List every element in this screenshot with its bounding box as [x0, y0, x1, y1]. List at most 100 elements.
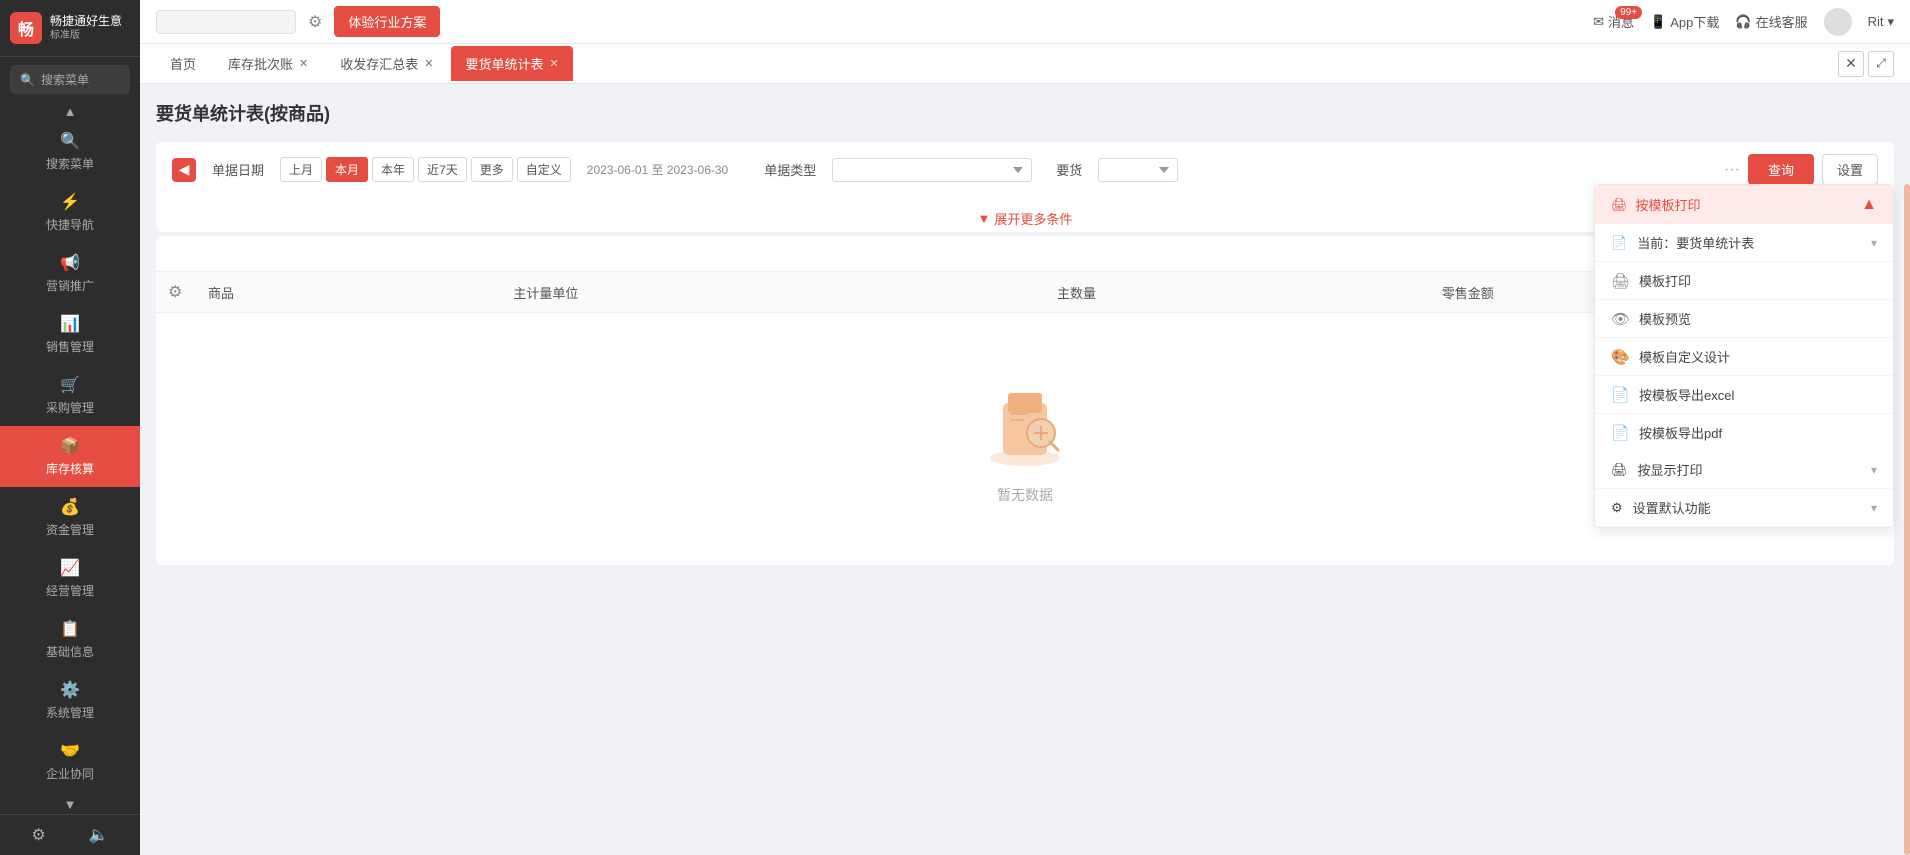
yaohuodan-label: 要货	[1056, 160, 1082, 179]
main-area: ⚙ 体验行业方案 ✉ 消息 99+ 📱 App下载 🎧 在线客服 Rit ▾	[140, 0, 1910, 855]
sidebar-item-operations[interactable]: 📈 经营管理	[0, 548, 140, 609]
set-default-icon: ⚙	[1611, 500, 1623, 516]
shortcut-icon: ⚡	[60, 192, 80, 212]
sidebar-label-sales: 销售管理	[46, 338, 94, 355]
dropdown-item-template-print[interactable]: 🖨模板打印	[1595, 262, 1893, 300]
yaohuodan-select[interactable]	[1098, 158, 1178, 182]
filter-collapse-button[interactable]: ◀	[172, 158, 196, 182]
online-service-button[interactable]: 🎧 在线客服	[1735, 12, 1807, 31]
expand-conditions-button[interactable]: ▼ 展开更多条件	[970, 205, 1081, 232]
sidebar-item-marketing[interactable]: 📢 营销推广	[0, 243, 140, 304]
doc-type-label: 单据类型	[764, 160, 816, 179]
date-btn-更多[interactable]: 更多	[471, 157, 513, 182]
dropdown-item-template-design[interactable]: 🎨模板自定义设计	[1595, 338, 1893, 376]
date-btn-本月[interactable]: 本月	[326, 157, 368, 182]
settings-button[interactable]: 设置	[1822, 154, 1878, 185]
more-options-icon[interactable]: ···	[1724, 161, 1740, 179]
topbar-gear-icon[interactable]: ⚙	[308, 12, 322, 32]
sidebar-label-purchase: 采购管理	[46, 399, 94, 416]
volume-icon[interactable]: 🔈	[89, 825, 109, 845]
expand-tabs-button[interactable]: ⤢	[1868, 51, 1894, 77]
date-btn-近7天[interactable]: 近7天	[418, 157, 467, 182]
display-print-icon: 🖨	[1611, 462, 1628, 478]
expand-down-icon: ▼	[978, 211, 991, 226]
search-icon: 🔍	[20, 73, 35, 87]
collab-icon: 🤝	[60, 741, 80, 761]
tab-close-icon[interactable]: ✕	[424, 57, 433, 70]
system-icon: ⚙️	[60, 680, 80, 700]
dropdown-header[interactable]: 🖨 按模板打印 ▲	[1595, 185, 1893, 224]
dropdown-items-list: 🖨模板打印👁模板预览🎨模板自定义设计📄按模板导出excel📄按模板导出pdf	[1595, 262, 1893, 451]
dropdown-groups-list: 🖨按显示打印▾⚙设置默认功能▾	[1595, 451, 1893, 527]
sidebar-item-system[interactable]: ⚙️系统管理	[0, 670, 140, 731]
print-dropdown-panel: 🖨 按模板打印 ▲ 📄 当前：要货单统计表 ▾ 🖨模板打印👁模板预览🎨模板自定义…	[1594, 184, 1894, 528]
logo-icon: 畅	[10, 12, 42, 44]
user-name[interactable]: Rit ▾	[1868, 14, 1894, 30]
date-btn-自定义[interactable]: 自定义	[517, 157, 571, 182]
doc-type-select-wrapper	[832, 158, 1032, 182]
tab-close-icon[interactable]: ✕	[299, 57, 308, 70]
dropdown-close-icon[interactable]: ▲	[1861, 196, 1877, 214]
th-product: 商品	[196, 272, 501, 313]
trial-button[interactable]: 体验行业方案	[334, 6, 440, 37]
th-unit: 主计量单位	[501, 272, 1045, 313]
query-button[interactable]: 查询	[1748, 154, 1814, 185]
search-menu-button[interactable]: 🔍 搜索菜单	[10, 65, 130, 94]
user-avatar[interactable]	[1824, 8, 1852, 36]
sidebar-item-shortcut[interactable]: ⚡ 快捷导航	[0, 182, 140, 243]
scroll-up-button[interactable]: ▲	[0, 102, 140, 121]
sidebar-label-basic: 基础信息	[46, 643, 94, 660]
display-print-arrow-icon: ▾	[1871, 463, 1877, 477]
tabs-bar: 首页库存批次账✕收发存汇总表✕要货单统计表✕ ✕ ⤢	[140, 44, 1910, 84]
column-settings-icon[interactable]: ⚙	[168, 284, 182, 301]
settings-bottom-icon[interactable]: ⚙	[31, 825, 45, 845]
app-download-button[interactable]: 📱 App下载	[1650, 12, 1719, 31]
sidebar-label-search: 搜索菜单	[46, 155, 94, 172]
dropdown-print-icon: 🖨	[1611, 197, 1628, 213]
search-icon: 🔍	[60, 131, 80, 151]
tab-要货单统计表[interactable]: 要货单统计表✕	[451, 46, 572, 81]
template-preview-icon: 👁	[1611, 310, 1629, 328]
empty-text: 暂无数据	[997, 485, 1053, 505]
set-default-arrow-icon: ▾	[1871, 501, 1877, 515]
message-button[interactable]: ✉ 消息 99+	[1593, 12, 1634, 31]
dropdown-item-template-preview[interactable]: 👁模板预览	[1595, 300, 1893, 338]
sidebar-label-finance: 资金管理	[46, 521, 94, 538]
chevron-left-icon: ◀	[179, 161, 190, 178]
operations-icon: 📈	[60, 558, 80, 578]
sidebar-label-shortcut: 快捷导航	[46, 216, 94, 233]
sidebar: 畅 畅捷通好生意 标准版 🔍 搜索菜单 ▲ 🔍搜索菜单⚡快捷导航📢营销推广📊销售…	[0, 0, 140, 855]
tab-库存批次账[interactable]: 库存批次账✕	[214, 46, 322, 81]
template-design-icon: 🎨	[1611, 348, 1629, 366]
dropdown-item-export-pdf[interactable]: 📄按模板导出pdf	[1595, 414, 1893, 451]
dropdown-current-template[interactable]: 📄 当前：要货单统计表 ▾	[1595, 224, 1893, 262]
sidebar-label-marketing: 营销推广	[46, 277, 94, 294]
sidebar-item-basic[interactable]: 📋基础信息	[0, 609, 140, 670]
sidebar-label-operations: 经营管理	[46, 582, 94, 599]
sidebar-item-search[interactable]: 🔍 搜索菜单	[0, 121, 140, 182]
dropdown-group-set-default[interactable]: ⚙设置默认功能▾	[1595, 489, 1893, 527]
dropdown-current-left: 📄 当前：要货单统计表	[1611, 233, 1754, 252]
dropdown-group-display-print[interactable]: 🖨按显示打印▾	[1595, 451, 1893, 489]
tab-首页[interactable]: 首页	[156, 46, 210, 81]
date-btn-本年[interactable]: 本年	[372, 157, 414, 182]
topbar-search-input[interactable]	[156, 10, 296, 34]
sidebar-item-sales[interactable]: 📊销售管理	[0, 304, 140, 365]
tab-收发存汇总表[interactable]: 收发存汇总表✕	[326, 46, 447, 81]
resize-handle[interactable]	[1904, 184, 1910, 855]
sidebar-label-collab: 企业协同	[46, 765, 94, 782]
doc-type-select[interactable]	[832, 158, 1032, 182]
sidebar-item-collab[interactable]: 🤝 企业协同	[0, 731, 140, 792]
date-btn-上月[interactable]: 上月	[280, 157, 322, 182]
marketing-icon: 📢	[60, 253, 80, 273]
user-chevron-icon: ▾	[1887, 14, 1894, 30]
dropdown-item-export-excel[interactable]: 📄按模板导出excel	[1595, 376, 1893, 414]
sidebar-label-inventory: 库存核算	[46, 460, 94, 477]
sidebar-item-purchase[interactable]: 🛒采购管理	[0, 365, 140, 426]
template-print-icon: 🖨	[1611, 272, 1629, 290]
sidebar-item-finance[interactable]: 💰资金管理	[0, 487, 140, 548]
tab-close-icon[interactable]: ✕	[550, 57, 559, 70]
sidebar-item-inventory[interactable]: 📦库存核算	[0, 426, 140, 487]
scroll-down-button[interactable]: ▼	[0, 795, 140, 814]
close-all-tabs-button[interactable]: ✕	[1838, 51, 1864, 77]
